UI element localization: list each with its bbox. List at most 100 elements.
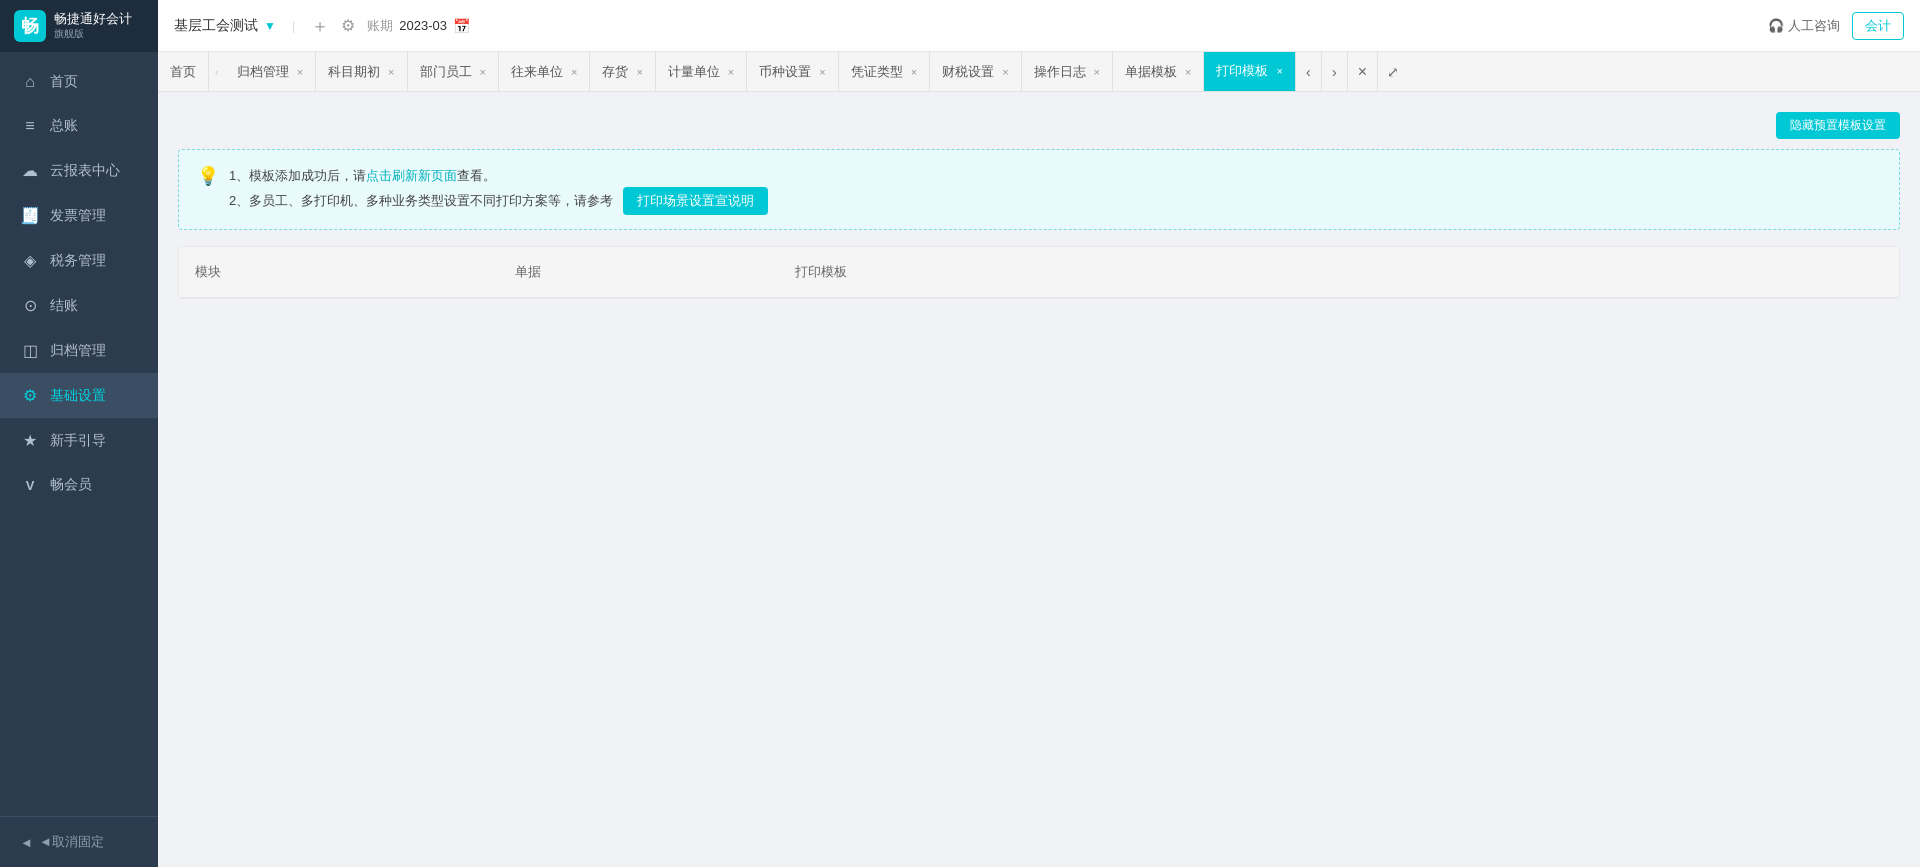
sidebar-item-member[interactable]: V 畅会员 [0,463,158,507]
service-button[interactable]: 🎧 人工咨询 [1768,17,1840,35]
tab-print-close[interactable]: × [1276,65,1282,77]
invoice-icon: 🧾 [20,206,40,225]
info-line-1: 1、模板添加成功后，请点击刷新新页面查看。 [229,164,1881,187]
sidebar-item-home[interactable]: ⌂ 首页 [0,60,158,104]
tab-currency[interactable]: 币种设置 × [747,52,838,92]
add-company-icon[interactable]: ＋ [311,14,329,38]
unpin-label: ◄取消固定 [39,833,104,851]
hide-template-button[interactable]: 隐藏预置模板设置 [1776,112,1900,139]
logo-area: 畅 畅捷通好会计 旗舰版 [0,0,158,52]
tab-subject-close[interactable]: × [388,66,394,78]
sidebar-label-member: 畅会员 [50,476,92,494]
sidebar-label-tax: 税务管理 [50,252,106,270]
tab-single[interactable]: 单据模板 × [1113,52,1204,92]
tab-partner[interactable]: 往来单位 × [499,52,590,92]
service-label: 人工咨询 [1788,17,1840,35]
company-dropdown-icon: ▼ [264,19,276,33]
tab-currency-label: 币种设置 [759,63,811,81]
settings-icon: ⚙ [20,386,40,405]
tab-next-btn[interactable]: › [1322,52,1348,92]
sidebar-label-settings: 基础设置 [50,387,106,405]
tab-close-all-btn[interactable]: × [1348,52,1378,92]
col-header-template: 打印模板 [779,257,1899,287]
logo-name: 畅捷通好会计 [54,11,132,28]
topbar-gear-icon[interactable]: ⚙ [341,16,355,35]
tab-subject-label: 科目期初 [328,63,380,81]
ledger-icon: ≡ [20,117,40,135]
topbar: 基层工会测试 ▼ | ＋ ⚙ 账期 2023-03 📅 🎧 人工咨询 会计 [158,0,1920,52]
tab-unit-close[interactable]: × [728,66,734,78]
col-header-module: 模块 [179,257,499,287]
tab-unit-label: 计量单位 [668,63,720,81]
sidebar-item-ledger[interactable]: ≡ 总账 [0,104,158,148]
tab-print[interactable]: 打印模板 × [1204,52,1295,92]
sidebar-item-archive[interactable]: ◫ 归档管理 [0,328,158,373]
tab-tax-set[interactable]: 财税设置 × [930,52,1021,92]
tab-archive[interactable]: 归档管理 × [225,52,316,92]
col-header-slip: 单据 [499,257,779,287]
sidebar-item-reports[interactable]: ☁ 云报表中心 [0,148,158,193]
sidebar-label-close: 结账 [50,297,78,315]
info-banner: 💡 1、模板添加成功后，请点击刷新新页面查看。 2、多员工、多打印机、多种业务类… [178,149,1900,230]
print-template-table: 模块 单据 打印模板 [178,246,1900,299]
tab-currency-close[interactable]: × [819,66,825,78]
tabbar: 首页 ‹ 归档管理 × 科目期初 × 部门员工 × 往来单位 × 存货 × 计量… [158,52,1920,92]
tab-oplog[interactable]: 操作日志 × [1022,52,1113,92]
tab-unit[interactable]: 计量单位 × [656,52,747,92]
sidebar-item-invoice[interactable]: 🧾 发票管理 [0,193,158,238]
tab-department-close[interactable]: × [480,66,486,78]
sidebar-item-guide[interactable]: ★ 新手引导 [0,418,158,463]
sidebar-item-close[interactable]: ⊙ 结账 [0,283,158,328]
accountant-button[interactable]: 会计 [1852,12,1904,40]
company-selector[interactable]: 基层工会测试 ▼ [174,17,276,35]
refresh-link[interactable]: 点击刷新新页面 [366,168,457,183]
sidebar-label-reports: 云报表中心 [50,162,120,180]
company-name: 基层工会测试 [174,17,258,35]
tab-voucher-close[interactable]: × [911,66,917,78]
sidebar-label-guide: 新手引导 [50,432,106,450]
tab-home[interactable]: 首页 [158,52,209,92]
info-text: 1、模板添加成功后，请点击刷新新页面查看。 2、多员工、多打印机、多种业务类型设… [229,164,1881,215]
tab-tax-set-close[interactable]: × [1002,66,1008,78]
tab-inventory-close[interactable]: × [636,66,642,78]
cloud-icon: ☁ [20,161,40,180]
accountant-label: 会计 [1865,18,1891,33]
sidebar-item-tax[interactable]: ◈ 税务管理 [0,238,158,283]
top-btn-row: 隐藏预置模板设置 [178,112,1900,139]
tab-archive-label: 归档管理 [237,63,289,81]
tab-inventory[interactable]: 存货 × [590,52,655,92]
info-line1-post: 查看。 [457,168,496,183]
tab-department-label: 部门员工 [420,63,472,81]
topbar-divider-1: | [292,18,295,33]
tab-tax-set-label: 财税设置 [942,63,994,81]
sidebar-item-settings[interactable]: ⚙ 基础设置 [0,373,158,418]
tab-prev-btn[interactable]: ‹ [1296,52,1322,92]
tab-expand-btn[interactable]: ⤢ [1378,52,1408,92]
period-selector[interactable]: 账期 2023-03 📅 [367,17,470,35]
tab-voucher-label: 凭证类型 [851,63,903,81]
tab-single-label: 单据模板 [1125,63,1177,81]
home-icon: ⌂ [20,73,40,91]
info-line-2: 2、多员工、多打印机、多种业务类型设置不同打印方案等，请参考 打印场景设置宣说明 [229,187,1881,215]
sidebar-unpin[interactable]: ◄ ◄取消固定 [0,816,158,867]
sidebar-label-invoice: 发票管理 [50,207,106,225]
tab-oplog-label: 操作日志 [1034,63,1086,81]
tab-department[interactable]: 部门员工 × [408,52,499,92]
tab-archive-close[interactable]: × [297,66,303,78]
headset-icon: 🎧 [1768,18,1784,33]
tab-inventory-label: 存货 [602,63,628,81]
tab-separator: ‹ [213,66,221,78]
tab-subject[interactable]: 科目期初 × [316,52,407,92]
sidebar: 畅 畅捷通好会计 旗舰版 ⌂ 首页 ≡ 总账 ☁ 云报表中心 🧾 发票管理 ◈ … [0,0,158,867]
print-scene-btn[interactable]: 打印场景设置宣说明 [623,187,768,215]
info-line1-pre: 1、模板添加成功后，请 [229,168,366,183]
guide-icon: ★ [20,431,40,450]
period-value: 2023-03 [399,18,447,33]
sidebar-nav: ⌂ 首页 ≡ 总账 ☁ 云报表中心 🧾 发票管理 ◈ 税务管理 ⊙ 结账 ◫ 归… [0,52,158,816]
logo-sub: 旗舰版 [54,27,132,41]
tab-voucher[interactable]: 凭证类型 × [839,52,930,92]
tab-single-close[interactable]: × [1185,66,1191,78]
sidebar-label-home: 首页 [50,73,78,91]
tab-oplog-close[interactable]: × [1094,66,1100,78]
tab-partner-close[interactable]: × [571,66,577,78]
